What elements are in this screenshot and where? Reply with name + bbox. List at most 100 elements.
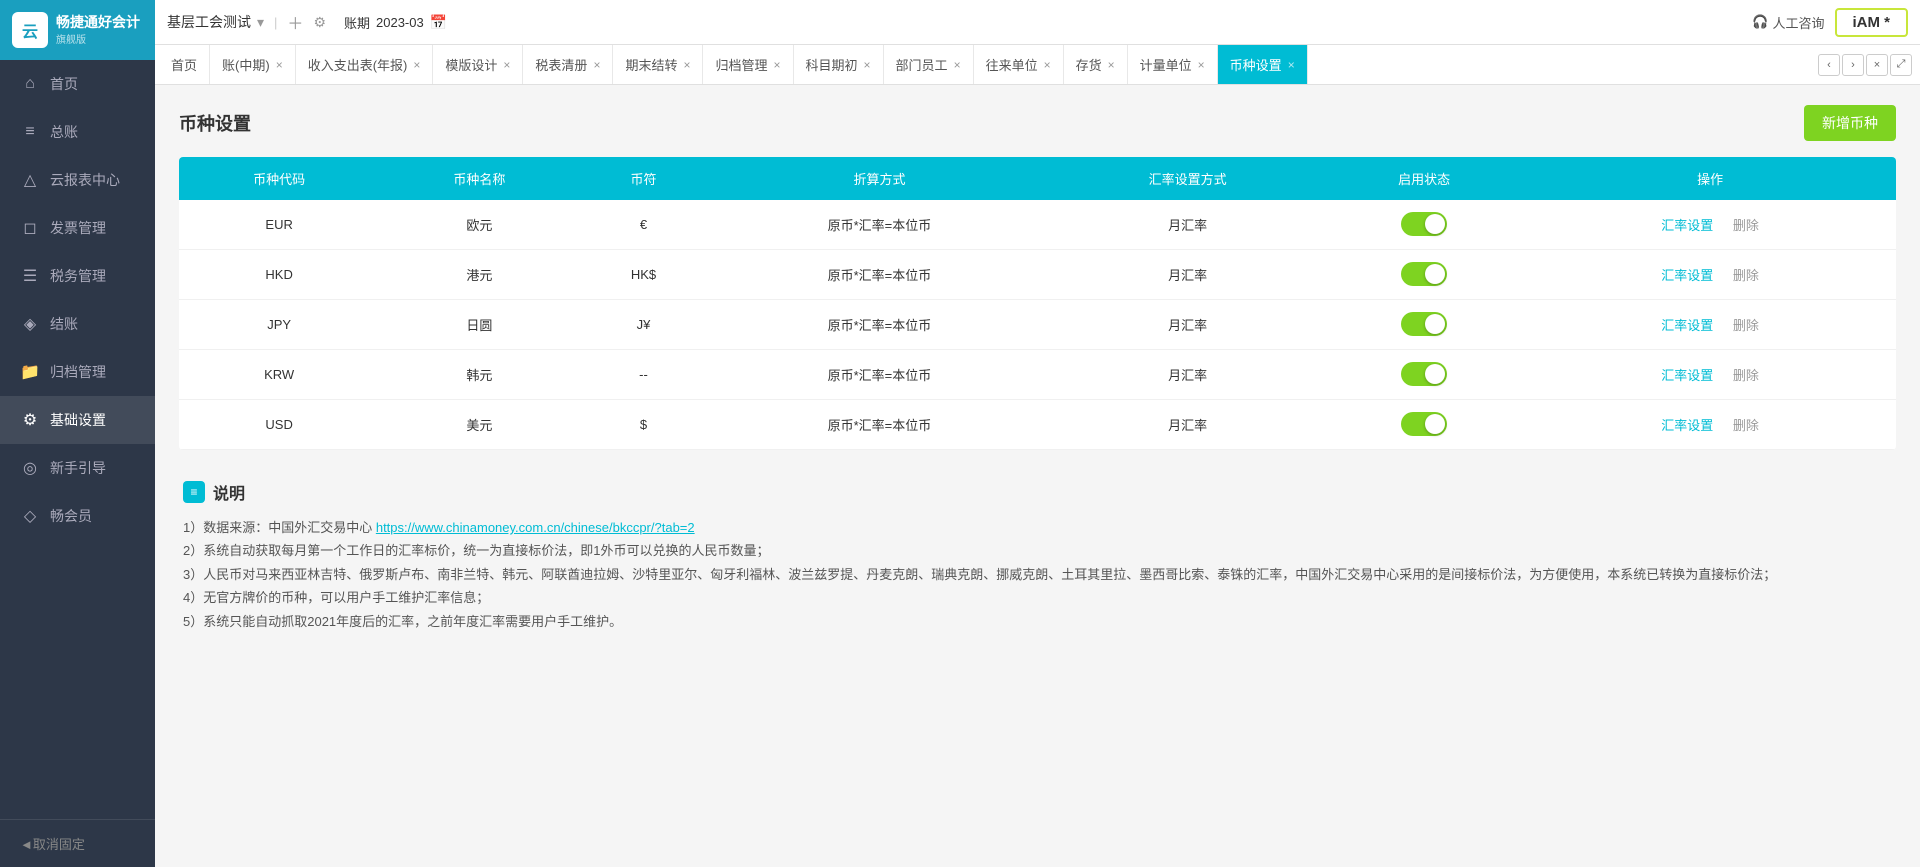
toggle-enabled-3[interactable] xyxy=(1401,362,1447,386)
tab-period-end[interactable]: 期末结转 × xyxy=(613,45,703,85)
table-row: EUR 欧元 € 原币*汇率=本位币 月汇率 汇率设置 删除 xyxy=(179,200,1896,250)
toggle-knob-4 xyxy=(1425,414,1445,434)
tabs-close-all-button[interactable]: × xyxy=(1866,54,1888,76)
support-label: 人工咨询 xyxy=(1772,13,1824,32)
tab-close-template[interactable]: × xyxy=(503,58,510,72)
sidebar-item-member[interactable]: ◇ 畅会员 xyxy=(0,492,155,540)
notes-item: 3）人民币对马来西亚林吉特、俄罗斯卢布、南非兰特、韩元、阿联酋迪拉姆、沙特里亚尔… xyxy=(183,563,1892,586)
rate-setting-link-4[interactable]: 汇率设置 xyxy=(1661,418,1713,433)
sidebar-item-tax[interactable]: ☰ 税务管理 xyxy=(0,252,155,300)
tabs-expand-button[interactable]: ⤢ xyxy=(1890,54,1912,76)
period-selector[interactable]: 账期 2023-03 📅 xyxy=(344,13,447,32)
tab-subjects[interactable]: 科目期初 × xyxy=(794,45,884,85)
sidebar-label-ledger: 总账 xyxy=(50,122,78,142)
sidebar-label-settings: 基础设置 xyxy=(50,410,106,430)
support-button[interactable]: 🎧 人工咨询 xyxy=(1752,13,1824,32)
reports-icon: △ xyxy=(20,170,40,190)
tab-inventory[interactable]: 存货 × xyxy=(1064,45,1128,85)
toggle-enabled-0[interactable] xyxy=(1401,212,1447,236)
ledger-icon: ≡ xyxy=(20,123,40,141)
tab-close-interim[interactable]: × xyxy=(276,58,283,72)
headset-icon: 🎧 xyxy=(1752,14,1768,30)
toggle-enabled-4[interactable] xyxy=(1401,412,1447,436)
currency-table: 币种代码 币种名称 币符 折算方式 汇率设置方式 启用状态 操作 EUR 欧元 … xyxy=(179,157,1896,450)
cell-status-4 xyxy=(1324,400,1524,450)
cell-calc-4: 原币*汇率=本位币 xyxy=(708,400,1052,450)
toggle-enabled-2[interactable] xyxy=(1401,312,1447,336)
sidebar-nav: ⌂ 首页 ≡ 总账 △ 云报表中心 ◻ 发票管理 ☰ 税务管理 ◈ 结账 📁 归… xyxy=(0,60,155,819)
tab-label-period-end: 期末结转 xyxy=(625,55,677,74)
sidebar-item-guide[interactable]: ◎ 新手引导 xyxy=(0,444,155,492)
rate-setting-link-3[interactable]: 汇率设置 xyxy=(1661,368,1713,383)
tabs-next-button[interactable]: › xyxy=(1842,54,1864,76)
tab-interim[interactable]: 账(中期) × xyxy=(210,45,296,85)
tab-archive[interactable]: 归档管理 × xyxy=(703,45,793,85)
tab-tax[interactable]: 税表清册 × xyxy=(523,45,613,85)
cell-name-0: 欧元 xyxy=(379,200,579,250)
delete-link-2[interactable]: 删除 xyxy=(1733,318,1759,333)
sidebar-item-reports[interactable]: △ 云报表中心 xyxy=(0,156,155,204)
notes-icon: ≡ xyxy=(183,481,205,503)
page-content: 币种设置 新增币种 币种代码 币种名称 币符 折算方式 汇率设置方式 启用状态 … xyxy=(155,85,1920,867)
tab-unit[interactable]: 计量单位 × xyxy=(1128,45,1218,85)
tab-label-subjects: 科目期初 xyxy=(806,55,858,74)
sidebar: 云 畅捷通好会计 旗舰版 ⌂ 首页 ≡ 总账 △ 云报表中心 ◻ 发票管理 ☰ … xyxy=(0,0,155,867)
app-title: 畅捷通好会计 xyxy=(56,14,140,31)
sidebar-item-ledger[interactable]: ≡ 总账 xyxy=(0,108,155,156)
delete-link-0[interactable]: 删除 xyxy=(1733,218,1759,233)
app-name: 畅捷通好会计 旗舰版 xyxy=(56,14,140,46)
sidebar-logo: 云 畅捷通好会计 旗舰版 xyxy=(0,0,155,60)
cell-calc-3: 原币*汇率=本位币 xyxy=(708,350,1052,400)
sidebar-item-archive[interactable]: 📁 归档管理 xyxy=(0,348,155,396)
tab-close-period-end[interactable]: × xyxy=(683,58,690,72)
toggle-knob-3 xyxy=(1425,364,1445,384)
tab-label-income: 收入支出表(年报) xyxy=(308,55,408,74)
toggle-enabled-1[interactable] xyxy=(1401,262,1447,286)
rate-setting-link-0[interactable]: 汇率设置 xyxy=(1661,218,1713,233)
notes-link[interactable]: https://www.chinamoney.com.cn/chinese/bk… xyxy=(376,520,695,535)
tab-label-home: 首页 xyxy=(171,55,197,74)
tab-close-tax[interactable]: × xyxy=(593,58,600,72)
tab-currency[interactable]: 币种设置 × xyxy=(1218,45,1308,85)
rate-setting-link-1[interactable]: 汇率设置 xyxy=(1661,268,1713,283)
new-currency-button[interactable]: 新增币种 xyxy=(1804,105,1896,141)
add-company-button[interactable]: ＋ xyxy=(287,10,303,34)
cell-symbol-4: $ xyxy=(580,400,708,450)
tab-close-counterparty[interactable]: × xyxy=(1044,58,1051,72)
tab-close-unit[interactable]: × xyxy=(1198,58,1205,72)
tab-close-archive[interactable]: × xyxy=(774,58,781,72)
delete-link-1[interactable]: 删除 xyxy=(1733,268,1759,283)
sidebar-item-settings[interactable]: ⚙ 基础设置 xyxy=(0,396,155,444)
sidebar-item-checkout[interactable]: ◈ 结账 xyxy=(0,300,155,348)
tab-close-dept[interactable]: × xyxy=(954,58,961,72)
sidebar-item-home[interactable]: ⌂ 首页 xyxy=(0,60,155,108)
sidebar-pin-toggle[interactable]: ◄取消固定 xyxy=(0,819,155,867)
tab-close-income[interactable]: × xyxy=(413,58,420,72)
tab-label-archive: 归档管理 xyxy=(715,55,767,74)
tab-label-counterparty: 往来单位 xyxy=(986,55,1038,74)
tab-close-currency[interactable]: × xyxy=(1288,58,1295,72)
cell-code-3: KRW xyxy=(179,350,379,400)
tabs-prev-button[interactable]: ‹ xyxy=(1818,54,1840,76)
company-settings-icon[interactable]: ⚙ xyxy=(313,14,326,31)
tab-close-subjects[interactable]: × xyxy=(864,58,871,72)
tab-label-unit: 计量单位 xyxy=(1140,55,1192,74)
tab-home[interactable]: 首页 xyxy=(159,45,210,85)
settings-icon: ⚙ xyxy=(20,410,40,430)
tab-template[interactable]: 模版设计 × xyxy=(433,45,523,85)
delete-link-4[interactable]: 删除 xyxy=(1733,418,1759,433)
guide-icon: ◎ xyxy=(20,458,40,478)
tab-label-interim: 账(中期) xyxy=(222,55,270,74)
delete-link-3[interactable]: 删除 xyxy=(1733,368,1759,383)
tab-close-inventory[interactable]: × xyxy=(1108,58,1115,72)
tab-income[interactable]: 收入支出表(年报) × xyxy=(296,45,434,85)
tab-counterparty[interactable]: 往来单位 × xyxy=(974,45,1064,85)
cell-actions-3: 汇率设置 删除 xyxy=(1524,350,1896,400)
rate-setting-link-2[interactable]: 汇率设置 xyxy=(1661,318,1713,333)
iam-button[interactable]: iAM * xyxy=(1835,8,1909,37)
sidebar-item-invoice[interactable]: ◻ 发票管理 xyxy=(0,204,155,252)
tab-dept[interactable]: 部门员工 × xyxy=(884,45,974,85)
cell-status-1 xyxy=(1324,250,1524,300)
company-selector[interactable]: 基层工会测试 ▾ xyxy=(167,12,264,32)
tab-label-dept: 部门员工 xyxy=(896,55,948,74)
